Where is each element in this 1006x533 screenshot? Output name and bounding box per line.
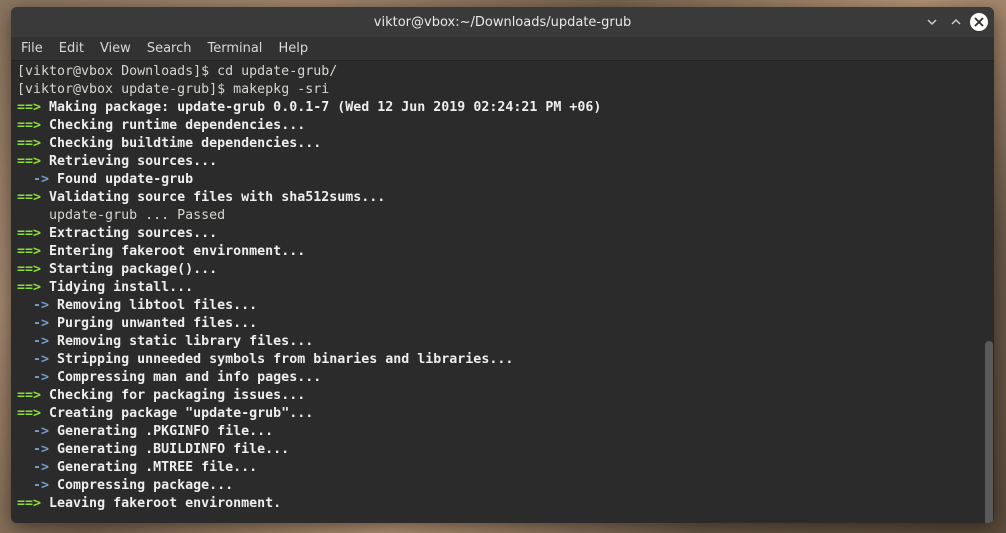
arrow-green-icon: ==> — [17, 262, 49, 277]
terminal-line: ==> Checking runtime dependencies... — [17, 117, 988, 135]
step-message: Retrieving sources... — [49, 154, 217, 169]
arrow-blue-icon: -> — [17, 442, 57, 457]
menu-help[interactable]: Help — [270, 39, 316, 58]
minimize-button[interactable] — [922, 12, 942, 32]
titlebar: viktor@vbox:~/Downloads/update-grub — [11, 7, 994, 37]
substep-message: Removing static library files... — [57, 334, 313, 349]
terminal-line: -> Found update-grub — [17, 171, 988, 189]
terminal-line: -> Compressing package... — [17, 477, 988, 495]
arrow-green-icon: ==> — [17, 190, 49, 205]
terminal-line: -> Compressing man and info pages... — [17, 369, 988, 387]
chevron-down-icon — [926, 16, 938, 28]
chevron-up-icon — [950, 16, 962, 28]
arrow-green-icon: ==> — [17, 388, 49, 403]
arrow-green-icon: ==> — [17, 136, 49, 151]
menu-edit[interactable]: Edit — [51, 39, 92, 58]
arrow-blue-icon: -> — [17, 370, 57, 385]
terminal-line: ==> Leaving fakeroot environment. — [17, 495, 988, 513]
arrow-green-icon: ==> — [17, 496, 49, 511]
terminal-line: ==> Checking buildtime dependencies... — [17, 135, 988, 153]
close-icon — [974, 17, 984, 27]
menubar: File Edit View Search Terminal Help — [11, 37, 994, 61]
arrow-blue-icon: -> — [17, 316, 57, 331]
maximize-button[interactable] — [946, 12, 966, 32]
arrow-green-icon: ==> — [17, 118, 49, 133]
substep-message: Purging unwanted files... — [57, 316, 257, 331]
arrow-green-icon: ==> — [17, 100, 49, 115]
terminal-line: update-grub ... Passed — [17, 207, 988, 225]
terminal-line: [viktor@vbox update-grub]$ makepkg -sri — [17, 81, 988, 99]
window-controls — [922, 12, 988, 32]
substep-message: Removing libtool files... — [57, 298, 257, 313]
step-message: Creating package "update-grub"... — [49, 406, 313, 421]
terminal-line: -> Removing libtool files... — [17, 297, 988, 315]
terminal-line: -> Generating .PKGINFO file... — [17, 423, 988, 441]
substep-message: Generating .MTREE file... — [57, 460, 257, 475]
scrollbar[interactable] — [985, 341, 993, 523]
arrow-green-icon: ==> — [17, 154, 49, 169]
prompt: [viktor@vbox Downloads]$ — [17, 64, 217, 79]
substep-message: Compressing package... — [57, 478, 233, 493]
terminal-line: ==> Retrieving sources... — [17, 153, 988, 171]
menu-file[interactable]: File — [15, 39, 51, 58]
terminal-line: ==> Starting package()... — [17, 261, 988, 279]
arrow-blue-icon: -> — [17, 478, 57, 493]
arrow-green-icon: ==> — [17, 244, 49, 259]
substep-message: Generating .BUILDINFO file... — [57, 442, 289, 457]
terminal-line: [viktor@vbox Downloads]$ cd update-grub/ — [17, 63, 988, 81]
menu-view[interactable]: View — [92, 39, 139, 58]
terminal-line: -> Removing static library files... — [17, 333, 988, 351]
arrow-blue-icon: -> — [17, 424, 57, 439]
step-message: Checking buildtime dependencies... — [49, 136, 321, 151]
terminal-line: -> Purging unwanted files... — [17, 315, 988, 333]
arrow-blue-icon: -> — [17, 334, 57, 349]
arrow-green-icon: ==> — [17, 226, 49, 241]
step-message: Checking runtime dependencies... — [49, 118, 305, 133]
terminal-line: -> Generating .MTREE file... — [17, 459, 988, 477]
arrow-blue-icon: -> — [17, 172, 57, 187]
arrow-blue-icon: -> — [17, 298, 57, 313]
window-title: viktor@vbox:~/Downloads/update-grub — [374, 15, 631, 30]
step-message: Checking for packaging issues... — [49, 388, 305, 403]
menu-terminal[interactable]: Terminal — [199, 39, 270, 58]
terminal-line: ==> Extracting sources... — [17, 225, 988, 243]
step-message: Extracting sources... — [49, 226, 217, 241]
terminal-line: ==> Validating source files with sha512s… — [17, 189, 988, 207]
step-message: Tidying install... — [49, 280, 193, 295]
terminal-window: viktor@vbox:~/Downloads/update-grub File… — [11, 7, 994, 523]
prompt: [viktor@vbox update-grub]$ — [17, 82, 233, 97]
substep-message: Found update-grub — [57, 172, 193, 187]
close-button[interactable] — [970, 13, 988, 31]
substep-message: Generating .PKGINFO file... — [57, 424, 273, 439]
command-text: cd update-grub/ — [217, 64, 337, 79]
arrow-green-icon: ==> — [17, 280, 49, 295]
substep-message: Compressing man and info pages... — [57, 370, 321, 385]
arrow-blue-icon: -> — [17, 460, 57, 475]
substep-message: Stripping unneeded symbols from binaries… — [57, 352, 513, 367]
terminal-line: ==> Tidying install... — [17, 279, 988, 297]
step-message: Entering fakeroot environment... — [49, 244, 305, 259]
terminal-body[interactable]: [viktor@vbox Downloads]$ cd update-grub/… — [11, 61, 994, 523]
step-message: Starting package()... — [49, 262, 217, 277]
terminal-line: -> Stripping unneeded symbols from binar… — [17, 351, 988, 369]
step-message: Leaving fakeroot environment. — [49, 496, 281, 511]
terminal-line: ==> Creating package "update-grub"... — [17, 405, 988, 423]
arrow-blue-icon: -> — [17, 352, 57, 367]
terminal-line: ==> Making package: update-grub 0.0.1-7 … — [17, 99, 988, 117]
step-message: Validating source files with sha512sums.… — [49, 190, 385, 205]
terminal-line: ==> Entering fakeroot environment... — [17, 243, 988, 261]
arrow-green-icon: ==> — [17, 406, 49, 421]
output-text: update-grub ... Passed — [17, 208, 225, 223]
menu-search[interactable]: Search — [139, 39, 200, 58]
terminal-line: -> Generating .BUILDINFO file... — [17, 441, 988, 459]
step-message: Making package: update-grub 0.0.1-7 (Wed… — [49, 100, 601, 115]
terminal-line: ==> Checking for packaging issues... — [17, 387, 988, 405]
command-text: makepkg -sri — [233, 82, 329, 97]
